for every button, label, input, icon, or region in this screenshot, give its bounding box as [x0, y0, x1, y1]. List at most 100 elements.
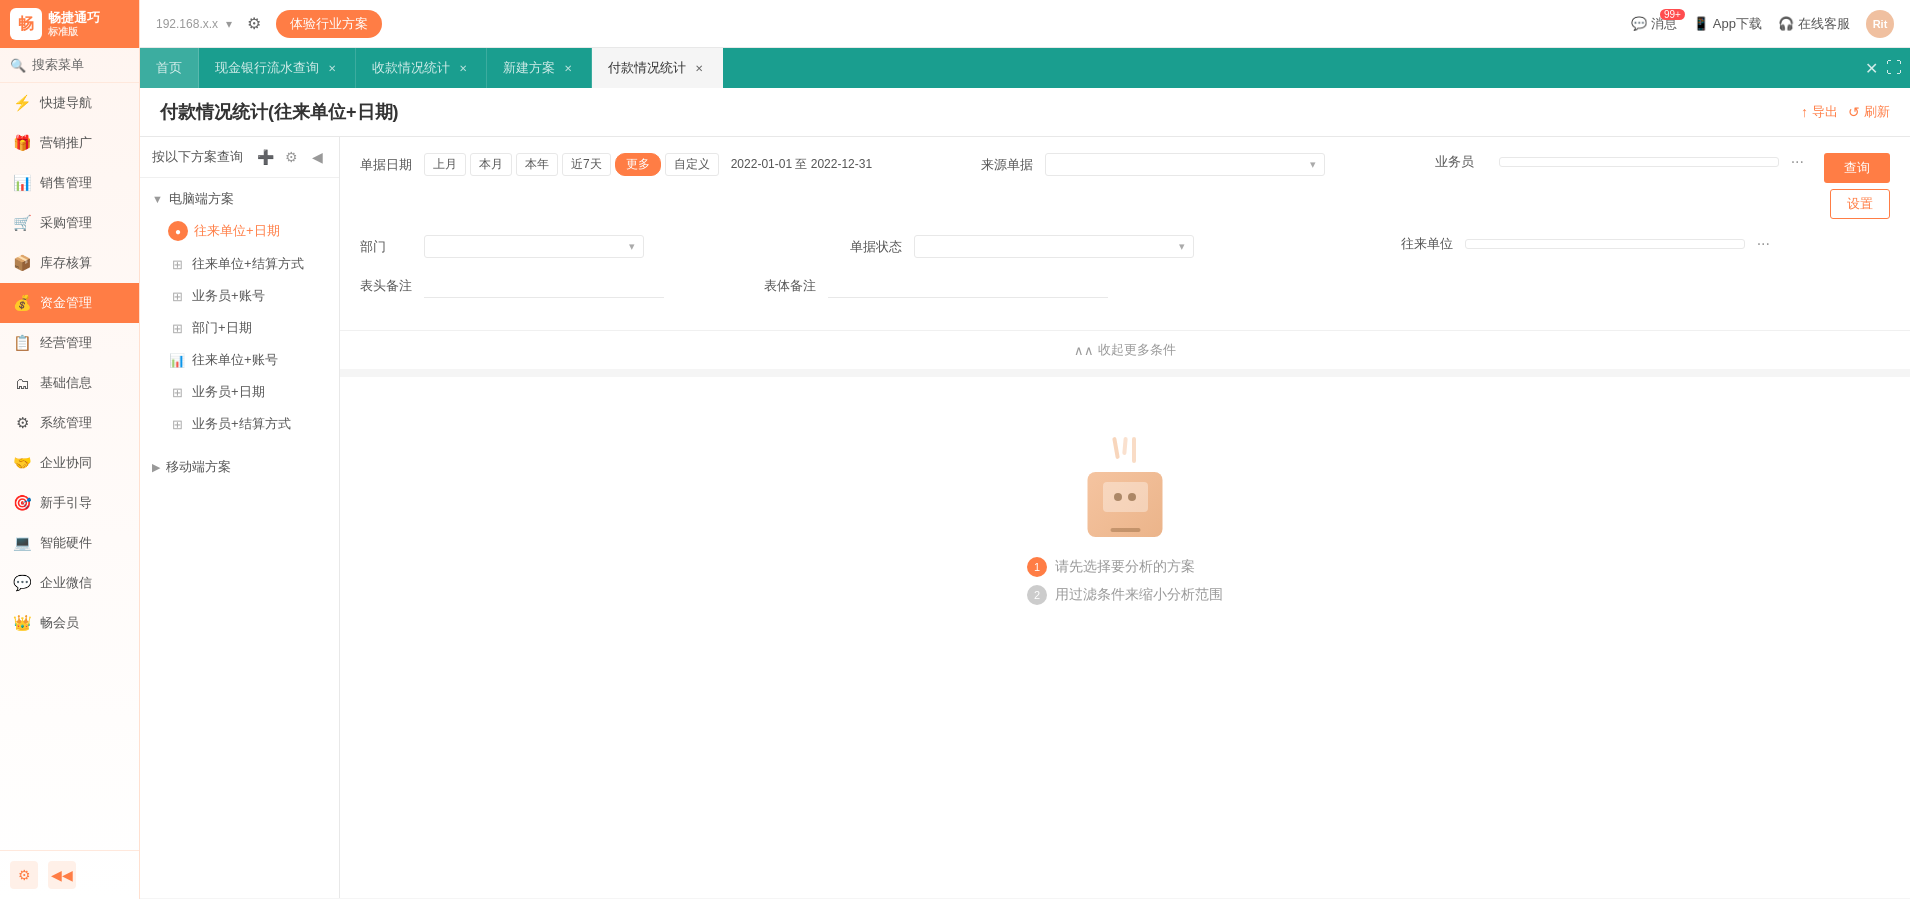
- desktop-section-title[interactable]: ▼ 电脑端方案: [140, 184, 339, 214]
- staff-label: 业务员: [1435, 153, 1491, 171]
- scheme-grid-icon-2: ⊞: [168, 287, 186, 305]
- date-btn-7days[interactable]: 近7天: [562, 153, 611, 176]
- sidebar-item-member[interactable]: 👑 畅会员: [0, 603, 139, 643]
- online-service-btn[interactable]: 🎧 在线客服: [1778, 15, 1850, 33]
- tab-close-receivable[interactable]: ✕: [456, 61, 470, 75]
- scheme-item-staff-settlement[interactable]: ⊞ 业务员+结算方式: [140, 408, 339, 440]
- scheme-item-partner-account[interactable]: 📊 往来单位+账号: [140, 344, 339, 376]
- header-remark-input[interactable]: [424, 274, 664, 298]
- sidebar-item-guide[interactable]: 🎯 新手引导: [0, 483, 139, 523]
- sales-icon: 📊: [12, 173, 32, 193]
- dept-label: 部门: [360, 238, 416, 256]
- add-scheme-btn[interactable]: ➕: [255, 147, 275, 167]
- message-badge: 99+: [1660, 9, 1685, 20]
- scheme-sidebar-header: 按以下方案查询 ➕ ⚙ ◀: [140, 137, 339, 178]
- body-remark-field: 表体备注: [764, 274, 1108, 298]
- filter-content: 单据日期 上月 本月 本年 近7天 更多 自定义 2022-01-01 至 20…: [340, 137, 1910, 330]
- scheme-settings-btn[interactable]: ⚙: [281, 147, 301, 167]
- tab-new-scheme[interactable]: 新建方案 ✕: [487, 48, 592, 88]
- date-btn-this-year[interactable]: 本年: [516, 153, 558, 176]
- tab-cash-flow[interactable]: 现金银行流水查询 ✕: [199, 48, 356, 88]
- tabs-actions: ✕ ⛶: [1857, 48, 1910, 88]
- sidebar-item-shortcut[interactable]: ⚡ 快捷导航: [0, 83, 139, 123]
- sidebar-item-operations[interactable]: 📋 经营管理: [0, 323, 139, 363]
- guide-icon: 🎯: [12, 493, 32, 513]
- date-btn-this-month[interactable]: 本月: [470, 153, 512, 176]
- sidebar-item-system[interactable]: ⚙ 系统管理: [0, 403, 139, 443]
- header-settings-btn[interactable]: ⚙: [240, 10, 268, 38]
- dept-arrow-icon: ▾: [629, 240, 635, 253]
- settings-btn[interactable]: 设置: [1830, 189, 1890, 219]
- export-btn[interactable]: ↑ 导出: [1801, 103, 1838, 121]
- collapse-bar[interactable]: ∧∧ 收起更多条件: [340, 330, 1910, 369]
- user-avatar[interactable]: Rit: [1866, 10, 1894, 38]
- date-btn-more[interactable]: 更多: [615, 153, 661, 176]
- date-field: 单据日期 上月 本月 本年 近7天 更多 自定义 2022-01-01 至 20…: [360, 153, 872, 176]
- marketing-icon: 🎁: [12, 133, 32, 153]
- collapse-arrow-icon: ∧∧: [1074, 343, 1094, 358]
- sidebar-item-wechat[interactable]: 💬 企业微信: [0, 563, 139, 603]
- dept-field: 部门 ▾: [360, 235, 644, 258]
- doc-status-select[interactable]: ▾: [914, 235, 1194, 258]
- scheme-item-partner-date[interactable]: ● 往来单位+日期: [140, 214, 339, 248]
- sidebar-item-hardware[interactable]: 💻 智能硬件: [0, 523, 139, 563]
- header-dropdown-btn[interactable]: ▾: [226, 17, 232, 31]
- sidebar-item-sales[interactable]: 📊 销售管理: [0, 163, 139, 203]
- divider: [340, 369, 1910, 377]
- hardware-icon: 💻: [12, 533, 32, 553]
- search-icon: 🔍: [10, 58, 26, 73]
- sidebar: 畅 畅捷通巧 标准版 🔍 搜索菜单 ⚡ 快捷导航 🎁 营销推广 📊 销售管理 🛒…: [0, 0, 140, 899]
- app-icon: 📱: [1693, 16, 1709, 31]
- tabs-close-all-btn[interactable]: ✕: [1865, 59, 1878, 78]
- date-btn-last-month[interactable]: 上月: [424, 153, 466, 176]
- refresh-btn[interactable]: ↺ 刷新: [1848, 103, 1890, 121]
- header: 192.168.x.x ▾ ⚙ 体验行业方案 💬 消息 99+ 📱 App下载 …: [140, 0, 1910, 48]
- date-btn-custom[interactable]: 自定义: [665, 153, 719, 176]
- tab-close-cash-flow[interactable]: ✕: [325, 61, 339, 75]
- sidebar-item-inventory[interactable]: 📦 库存核算: [0, 243, 139, 283]
- sidebar-nav: ⚡ 快捷导航 🎁 营销推广 📊 销售管理 🛒 采购管理 📦 库存核算 💰 资金管…: [0, 83, 139, 850]
- filter-row-2: 部门 ▾ 单据状态 ▾: [360, 235, 1890, 258]
- sidebar-search[interactable]: 🔍 搜索菜单: [0, 48, 139, 83]
- message-btn[interactable]: 💬 消息 99+: [1631, 15, 1677, 33]
- mobile-section-title[interactable]: ▶ 移动端方案: [140, 452, 339, 482]
- partner-ellipsis-btn[interactable]: ···: [1757, 235, 1770, 253]
- staff-ellipsis-btn[interactable]: ···: [1791, 153, 1804, 171]
- mobile-arrow-icon: ▶: [152, 461, 160, 474]
- tab-home[interactable]: 首页: [140, 48, 199, 88]
- trial-btn[interactable]: 体验行业方案: [276, 10, 382, 38]
- partner-select[interactable]: [1465, 239, 1745, 249]
- tab-payment-stat[interactable]: 付款情况统计 ✕: [592, 48, 723, 88]
- filter-row-1: 单据日期 上月 本月 本年 近7天 更多 自定义 2022-01-01 至 20…: [360, 153, 1890, 219]
- settings-bottom-btn[interactable]: ⚙: [10, 861, 38, 889]
- scheme-item-staff-date[interactable]: ⊞ 业务员+日期: [140, 376, 339, 408]
- scheme-collapse-btn[interactable]: ◀: [307, 147, 327, 167]
- tab-close-new-scheme[interactable]: ✕: [561, 61, 575, 75]
- staff-select[interactable]: [1499, 157, 1779, 167]
- message-icon: 💬: [1631, 16, 1647, 31]
- scheme-item-dept-date[interactable]: ⊞ 部门+日期: [140, 312, 339, 344]
- sidebar-item-base[interactable]: 🗂 基础信息: [0, 363, 139, 403]
- source-doc-select[interactable]: ▾: [1045, 153, 1325, 176]
- scheme-item-staff-account[interactable]: ⊞ 业务员+账号: [140, 280, 339, 312]
- body-remark-input[interactable]: [828, 274, 1108, 298]
- mobile-scheme-section: ▶ 移动端方案: [140, 446, 339, 488]
- purchase-icon: 🛒: [12, 213, 32, 233]
- scheme-chart-icon: 📊: [168, 351, 186, 369]
- source-label: 来源单据: [981, 156, 1037, 174]
- tab-close-payment-stat[interactable]: ✕: [692, 61, 706, 75]
- sidebar-item-marketing[interactable]: 🎁 营销推广: [0, 123, 139, 163]
- scheme-item-partner-settlement[interactable]: ⊞ 往来单位+结算方式: [140, 248, 339, 280]
- tabs-expand-btn[interactable]: ⛶: [1886, 59, 1902, 77]
- dept-select[interactable]: ▾: [424, 235, 644, 258]
- app-download-btn[interactable]: 📱 App下载: [1693, 15, 1762, 33]
- tab-receivable[interactable]: 收款情况统计 ✕: [356, 48, 487, 88]
- sidebar-item-purchase[interactable]: 🛒 采购管理: [0, 203, 139, 243]
- empty-tip-1: 1 请先选择要分析的方案: [1027, 557, 1223, 577]
- header-remark-field: 表头备注: [360, 274, 664, 298]
- collapse-sidebar-btn[interactable]: ◀◀: [48, 861, 76, 889]
- query-btn[interactable]: 查询: [1824, 153, 1890, 183]
- sidebar-item-capital[interactable]: 💰 资金管理: [0, 283, 139, 323]
- empty-state: 1 请先选择要分析的方案 2 用过滤条件来缩小分析范围: [340, 377, 1910, 665]
- sidebar-item-enterprise[interactable]: 🤝 企业协同: [0, 443, 139, 483]
